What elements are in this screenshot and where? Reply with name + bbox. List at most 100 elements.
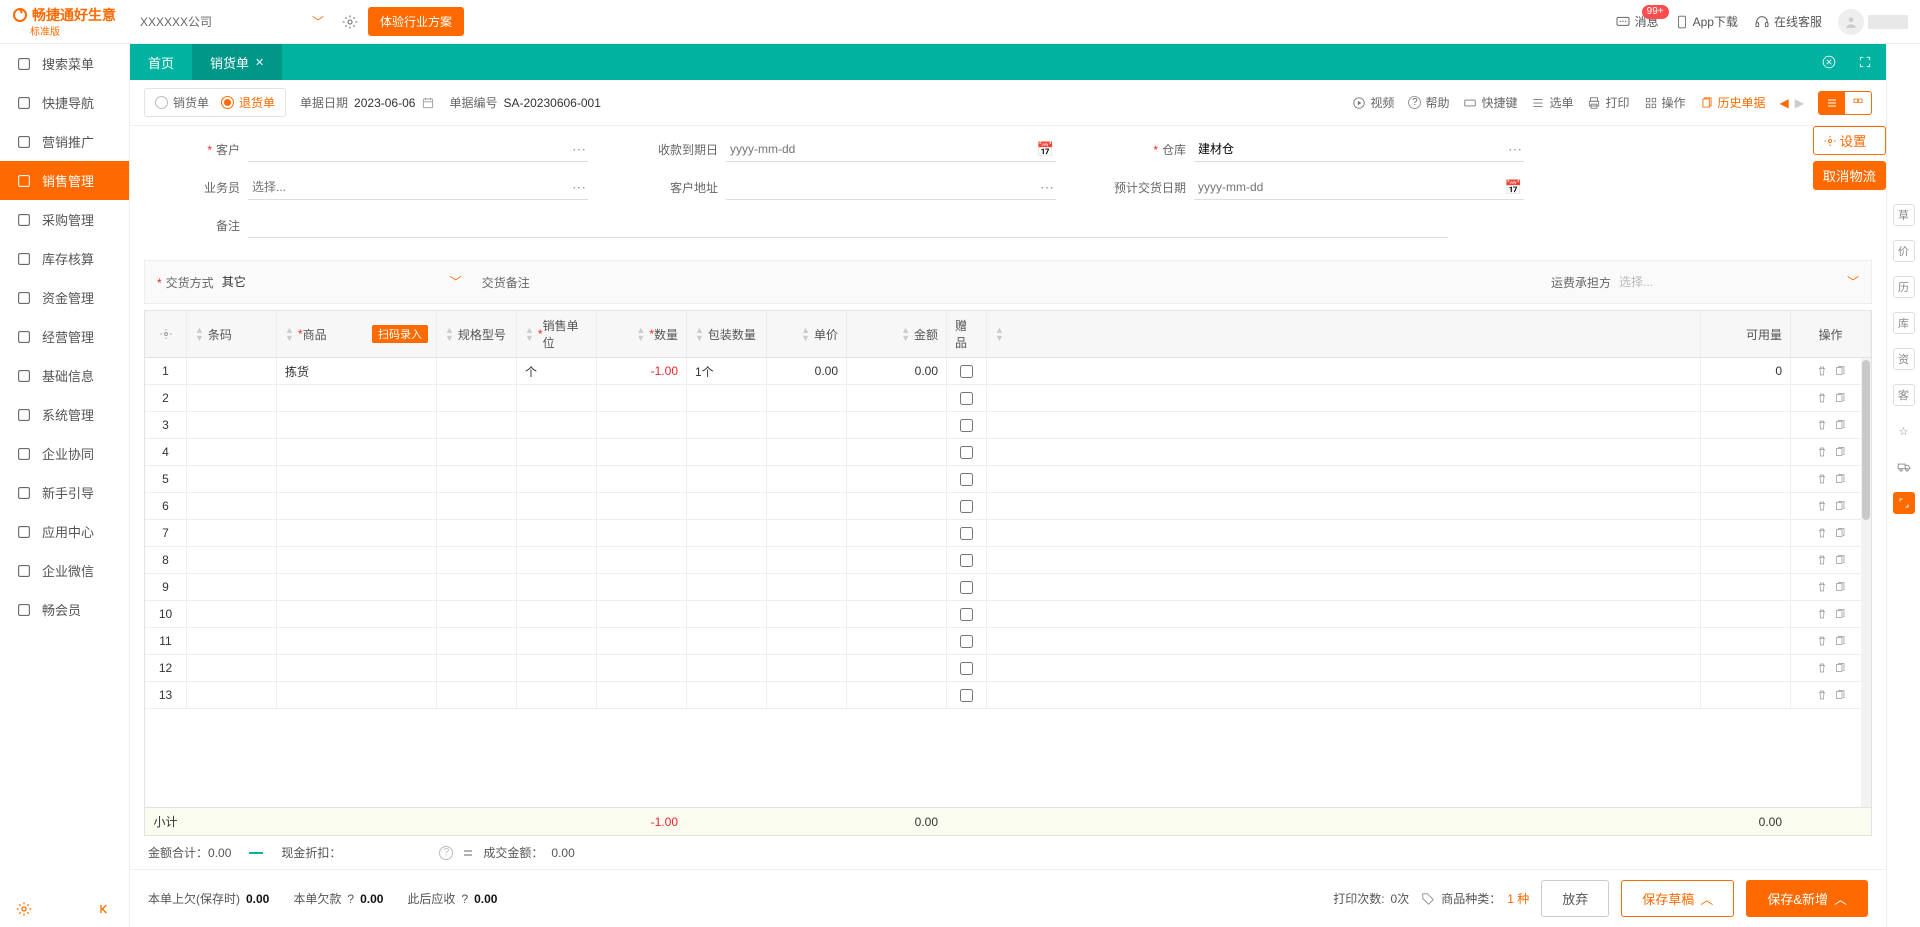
gift-checkbox[interactable] — [960, 500, 973, 513]
delete-row-icon[interactable] — [1816, 473, 1828, 485]
view-card-icon[interactable] — [1845, 92, 1871, 114]
copy-row-icon[interactable] — [1834, 689, 1846, 701]
rail-item-0[interactable]: 草 — [1893, 204, 1915, 226]
sidebar-item-6[interactable]: 资金管理 — [0, 278, 129, 317]
sidebar-item-14[interactable]: 畅会员 — [0, 590, 129, 629]
radio-sale[interactable]: 销货单 — [155, 94, 209, 111]
rail-truck-icon[interactable] — [1893, 456, 1915, 478]
table-row[interactable]: 13 — [145, 682, 1871, 709]
remark-input[interactable] — [248, 212, 1448, 238]
messages-link[interactable]: 消息 99+ — [1615, 13, 1659, 30]
delete-row-icon[interactable] — [1816, 392, 1828, 404]
next-doc-icon[interactable]: ▶ — [1795, 96, 1804, 110]
copy-row-icon[interactable] — [1834, 500, 1846, 512]
customer-input[interactable] — [248, 136, 588, 162]
adjust-icon[interactable] — [461, 847, 475, 859]
gift-checkbox[interactable] — [960, 446, 973, 459]
salesperson-input[interactable] — [248, 174, 588, 200]
th-product[interactable]: ▲▼*商品扫码录入 — [277, 311, 437, 357]
discount-label[interactable]: 现金折扣： — [281, 844, 341, 861]
sidebar-item-8[interactable]: 基础信息 — [0, 356, 129, 395]
delete-row-icon[interactable] — [1816, 527, 1828, 539]
copy-row-icon[interactable] — [1834, 473, 1846, 485]
fullscreen-icon[interactable] — [1852, 49, 1878, 75]
th-avail[interactable]: 可用量 — [1701, 311, 1791, 357]
sidebar-item-10[interactable]: 企业协同 — [0, 434, 129, 473]
delete-row-icon[interactable] — [1816, 365, 1828, 377]
delete-row-icon[interactable] — [1816, 500, 1828, 512]
prev-doc-icon[interactable]: ◀ — [1780, 96, 1789, 110]
select-order-link[interactable]: 选单 — [1531, 94, 1573, 111]
close-icon[interactable]: ✕ — [255, 56, 264, 69]
delivery-method-select[interactable]: 其它﹀ — [222, 270, 462, 294]
save-new-button[interactable]: 保存&新增︿ — [1746, 880, 1868, 917]
table-row[interactable]: 6 — [145, 493, 1871, 520]
gift-checkbox[interactable] — [960, 554, 973, 567]
doc-date[interactable]: 单据日期 2023-06-06 — [300, 94, 435, 111]
video-link[interactable]: 视频 — [1352, 94, 1394, 111]
history-link[interactable]: 历史单据 — [1700, 94, 1766, 111]
table-row[interactable]: 10 — [145, 601, 1871, 628]
th-qty[interactable]: ▲▼*数量 — [597, 311, 687, 357]
help-icon[interactable]: ? — [347, 892, 354, 906]
copy-row-icon[interactable] — [1834, 446, 1846, 458]
table-scrollbar[interactable] — [1861, 358, 1871, 807]
help-icon[interactable]: ? — [439, 846, 453, 860]
settings-button[interactable]: 设置 — [1813, 126, 1886, 155]
radio-return[interactable]: 退货单 — [221, 94, 275, 111]
eta-input[interactable] — [1194, 174, 1524, 200]
sidebar-item-7[interactable]: 经营管理 — [0, 317, 129, 356]
calendar-icon[interactable]: 📅 — [1037, 141, 1054, 158]
sidebar-item-4[interactable]: 采购管理 — [0, 200, 129, 239]
table-row[interactable]: 4 — [145, 439, 1871, 466]
sidebar-item-12[interactable]: 应用中心 — [0, 512, 129, 551]
rail-item-3[interactable]: 库 — [1893, 312, 1915, 334]
th-settings[interactable] — [145, 311, 187, 357]
delete-row-icon[interactable] — [1816, 419, 1828, 431]
delete-row-icon[interactable] — [1816, 581, 1828, 593]
company-select[interactable]: XXXXXX公司 ﹀ — [132, 8, 332, 36]
delete-row-icon[interactable] — [1816, 608, 1828, 620]
th-barcode[interactable]: ▲▼条码 — [187, 311, 277, 357]
more-icon[interactable]: ⋯ — [572, 141, 586, 158]
help-icon[interactable]: ? — [461, 892, 468, 906]
copy-row-icon[interactable] — [1834, 662, 1846, 674]
tab-home[interactable]: 首页 — [130, 44, 192, 80]
gift-checkbox[interactable] — [960, 689, 973, 702]
table-row[interactable]: 1拣货个-1.001个0.000.000 — [145, 358, 1871, 385]
sidebar-item-11[interactable]: 新手引导 — [0, 473, 129, 512]
table-row[interactable]: 12 — [145, 655, 1871, 682]
gift-checkbox[interactable] — [960, 473, 973, 486]
operate-link[interactable]: 操作 — [1644, 94, 1686, 111]
freight-select[interactable]: 选择...﹀ — [1619, 270, 1859, 294]
calendar-icon[interactable]: 📅 — [1505, 179, 1522, 196]
delete-row-icon[interactable] — [1816, 635, 1828, 647]
scan-input-tag[interactable]: 扫码录入 — [372, 325, 428, 343]
table-row[interactable]: 3 — [145, 412, 1871, 439]
experience-button[interactable]: 体验行业方案 — [368, 7, 464, 36]
online-service-link[interactable]: 在线客服 — [1754, 13, 1822, 30]
app-download-link[interactable]: App下载 — [1675, 13, 1738, 30]
th-unit[interactable]: ▲▼*销售单位 — [517, 311, 597, 357]
help-link[interactable]: ?帮助 — [1408, 94, 1449, 111]
delete-row-icon[interactable] — [1816, 689, 1828, 701]
table-row[interactable]: 2 — [145, 385, 1871, 412]
sidebar-item-3[interactable]: 销售管理 — [0, 161, 129, 200]
sidebar-item-5[interactable]: 库存核算 — [0, 239, 129, 278]
view-list-icon[interactable] — [1819, 92, 1845, 114]
th-gift[interactable]: 赠品 — [947, 311, 987, 357]
more-icon[interactable]: ⋯ — [1040, 179, 1054, 196]
sidebar-item-1[interactable]: 快捷导航 — [0, 83, 129, 122]
gift-checkbox[interactable] — [960, 365, 973, 378]
table-row[interactable]: 5 — [145, 466, 1871, 493]
gift-checkbox[interactable] — [960, 419, 973, 432]
cancel-logistics-button[interactable]: 取消物流 — [1813, 161, 1886, 190]
copy-row-icon[interactable] — [1834, 419, 1846, 431]
gift-checkbox[interactable] — [960, 608, 973, 621]
sidebar-item-0[interactable]: 搜索菜单 — [0, 44, 129, 83]
rail-item-4[interactable]: 资 — [1893, 348, 1915, 370]
tab-sales-order[interactable]: 销货单✕ — [192, 44, 282, 80]
table-row[interactable]: 9 — [145, 574, 1871, 601]
shortcut-link[interactable]: 快捷键 — [1463, 94, 1517, 111]
table-row[interactable]: 11 — [145, 628, 1871, 655]
